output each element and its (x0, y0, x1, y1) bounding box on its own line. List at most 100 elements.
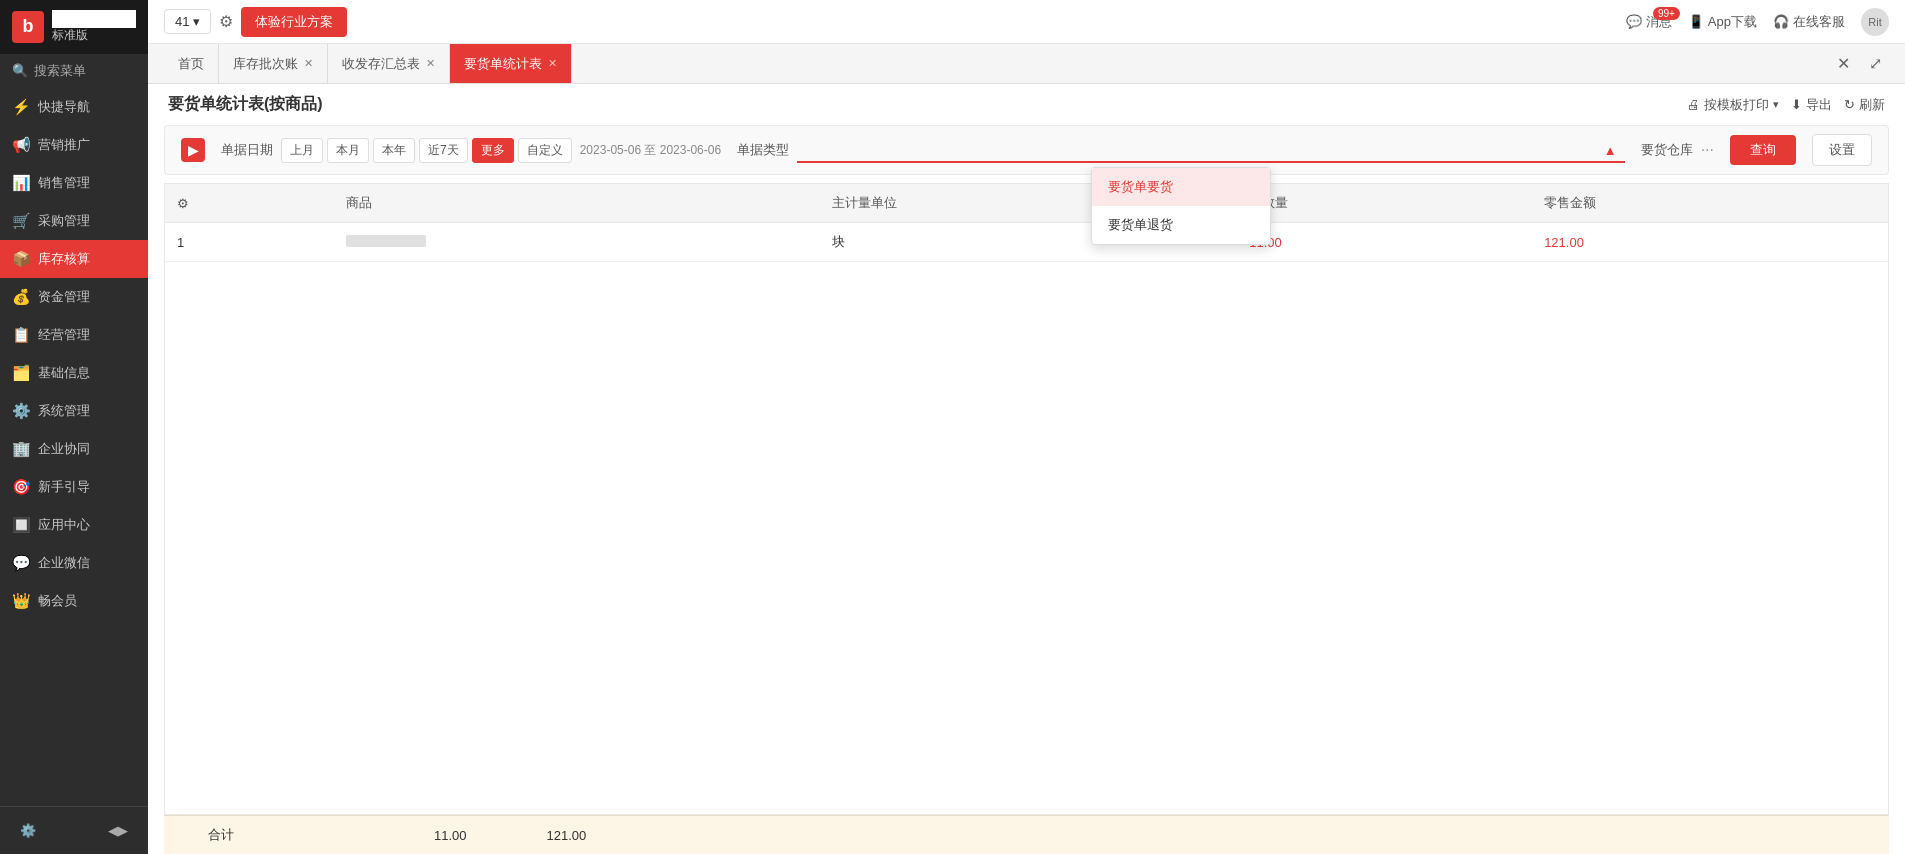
sidebar-item-system[interactable]: ⚙️ 系统管理 (0, 392, 148, 430)
quick-nav-icon: ⚡ (12, 98, 30, 116)
type-label: 单据类型 (737, 141, 789, 159)
sidebar-item-guide[interactable]: 🎯 新手引导 (0, 468, 148, 506)
operation-icon: 📋 (12, 326, 30, 344)
cell-quantity[interactable]: 11.00 (1237, 223, 1532, 262)
table-footer: 合计 11.00 121.00 (164, 815, 1889, 854)
sidebar-item-enterprise[interactable]: 🏢 企业协同 (0, 430, 148, 468)
sidebar-collapse-btn[interactable]: ◀▶ (104, 819, 132, 842)
filter-settings-button[interactable]: 设置 (1812, 134, 1872, 166)
filter-type-input-wrapper: ▲ (797, 138, 1625, 163)
sidebar-item-operation[interactable]: 📋 经营管理 (0, 316, 148, 354)
filter-date-range: 2023-05-06 至 2023-06-06 (580, 142, 721, 159)
sidebar-item-marketing[interactable]: 📢 营销推广 (0, 126, 148, 164)
col-header-settings[interactable]: ⚙ (165, 184, 334, 223)
date-btn-last-7days[interactable]: 近7天 (419, 138, 468, 163)
tab-inventory-batch[interactable]: 库存批次账 ✕ (219, 44, 328, 83)
system-icon: ⚙️ (12, 402, 30, 420)
date-btn-this-month[interactable]: 本月 (327, 138, 369, 163)
sidebar-item-purchase[interactable]: 🛒 采购管理 (0, 202, 148, 240)
table-header-row: ⚙ 商品 主计量单位 主数量 零售金额 (165, 184, 1888, 223)
app-download-item[interactable]: 📱 App下载 (1688, 13, 1757, 31)
settings-icon: ⚙️ (20, 823, 36, 838)
export-icon: ⬇ (1791, 97, 1802, 112)
marketing-icon: 📢 (12, 136, 30, 154)
footer-amount: 121.00 (547, 828, 587, 843)
sidebar-item-basic[interactable]: 🗂️ 基础信息 (0, 354, 148, 392)
sidebar-item-inventory[interactable]: 📦 库存核算 (0, 240, 148, 278)
filter-type-section: 单据类型 ▲ 要货单要货 要货单退货 (737, 138, 1625, 163)
filter-date-buttons: 上月 本月 本年 近7天 更多 自定义 (281, 138, 572, 163)
page-header-actions: 🖨 按模板打印 ▾ ⬇ 导出 ↻ 刷新 (1687, 96, 1885, 114)
refresh-action[interactable]: ↻ 刷新 (1844, 96, 1885, 114)
col-header-quantity: 主数量 (1237, 184, 1532, 223)
sidebar-item-quick-nav[interactable]: ⚡ 快捷导航 (0, 88, 148, 126)
date-btn-this-year[interactable]: 本年 (373, 138, 415, 163)
page-title: 要货单统计表(按商品) (168, 94, 323, 115)
tabbar-expand-btn[interactable]: ⤢ (1861, 50, 1889, 78)
finance-icon: 💰 (12, 288, 30, 306)
filter-warehouse-section: 要货仓库 ··· (1641, 141, 1714, 159)
date-btn-more[interactable]: 更多 (472, 138, 514, 163)
industry-plan-button[interactable]: 体验行业方案 (241, 7, 347, 37)
sidebar-item-apps[interactable]: 🔲 应用中心 (0, 506, 148, 544)
export-action[interactable]: ⬇ 导出 (1791, 96, 1832, 114)
date-btn-last-month[interactable]: 上月 (281, 138, 323, 163)
warehouse-more-icon[interactable]: ··· (1701, 141, 1714, 159)
inventory-icon: 📦 (12, 250, 30, 268)
dropdown-item-order-return[interactable]: 要货单退货 (1092, 206, 1270, 244)
filter-type-input[interactable] (797, 138, 1625, 163)
chevron-down-icon: ▾ (1773, 98, 1779, 111)
message-icon: 💬 (1626, 14, 1642, 29)
sidebar-item-finance[interactable]: 💰 资金管理 (0, 278, 148, 316)
collapse-icon: ◀▶ (108, 823, 128, 838)
apps-icon: 🔲 (12, 516, 30, 534)
member-icon: 👑 (12, 592, 30, 610)
cell-amount[interactable]: 121.00 (1532, 223, 1888, 262)
filter-expand-btn[interactable]: ▶ (181, 138, 205, 162)
filter-date-section: 单据日期 上月 本月 本年 近7天 更多 自定义 2023-05-06 至 20… (221, 138, 721, 163)
type-chevron-up-icon[interactable]: ▲ (1604, 143, 1617, 158)
warehouse-label: 要货仓库 (1641, 141, 1693, 159)
date-label: 单据日期 (221, 141, 273, 159)
tab-close-inventory-batch[interactable]: ✕ (304, 57, 313, 70)
messages-item[interactable]: 💬 消息 99+ (1626, 13, 1672, 31)
tab-order-stats[interactable]: 要货单统计表 ✕ (450, 44, 572, 83)
topbar-left: 41 ▾ ⚙ 体验行业方案 (164, 7, 1614, 37)
search-icon: 🔍 (12, 63, 28, 78)
tabbar-close-all-btn[interactable]: ✕ (1829, 50, 1857, 78)
user-avatar[interactable]: Rit (1861, 8, 1889, 36)
basic-icon: 🗂️ (12, 364, 30, 382)
topbar-right: 💬 消息 99+ 📱 App下载 🎧 在线客服 Rit (1626, 8, 1889, 36)
sidebar-item-member[interactable]: 👑 畅会员 (0, 582, 148, 620)
topbar-gear-icon[interactable]: ⚙ (219, 12, 233, 31)
print-template-action[interactable]: 🖨 按模板打印 ▾ (1687, 96, 1779, 114)
sidebar-settings-btn[interactable]: ⚙️ (16, 819, 40, 842)
dropdown-item-order-goods[interactable]: 要货单要货 (1092, 168, 1270, 206)
type-dropdown: 要货单要货 要货单退货 (1091, 167, 1271, 245)
tab-shipment-summary[interactable]: 收发存汇总表 ✕ (328, 44, 450, 83)
tab-close-order-stats[interactable]: ✕ (548, 57, 557, 70)
date-btn-custom[interactable]: 自定义 (518, 138, 572, 163)
data-table-container: ⚙ 商品 主计量单位 主数量 零售金额 1 块 (164, 183, 1889, 815)
query-button[interactable]: 查询 (1730, 135, 1796, 165)
messages-badge: 99+ (1653, 7, 1680, 20)
refresh-icon: ↻ (1844, 97, 1855, 112)
main-content: 41 ▾ ⚙ 体验行业方案 💬 消息 99+ 📱 App下载 🎧 在线客服 Ri… (148, 0, 1905, 854)
online-service-item[interactable]: 🎧 在线客服 (1773, 13, 1845, 31)
sidebar-search[interactable]: 🔍 搜索菜单 (0, 54, 148, 88)
footer-total-label: 合计 (208, 826, 434, 844)
tab-home[interactable]: 首页 (164, 44, 219, 83)
purchase-icon: 🛒 (12, 212, 30, 230)
topbar-company-selector[interactable]: 41 ▾ (164, 9, 211, 34)
sidebar-item-sales[interactable]: 📊 销售管理 (0, 164, 148, 202)
sidebar-item-wecom[interactable]: 💬 企业微信 (0, 544, 148, 582)
tab-close-shipment-summary[interactable]: ✕ (426, 57, 435, 70)
sidebar-logo: b 畅捷通好生意 标准版 (0, 0, 148, 54)
page-header: 要货单统计表(按商品) 🖨 按模板打印 ▾ ⬇ 导出 ↻ 刷新 (148, 84, 1905, 125)
wecom-icon: 💬 (12, 554, 30, 572)
page-content: 要货单统计表(按商品) 🖨 按模板打印 ▾ ⬇ 导出 ↻ 刷新 ▶ (148, 84, 1905, 854)
footer-quantity: 11.00 (434, 828, 467, 843)
enterprise-icon: 🏢 (12, 440, 30, 458)
tabbar-actions: ✕ ⤢ (1829, 50, 1889, 78)
tabbar: 首页 库存批次账 ✕ 收发存汇总表 ✕ 要货单统计表 ✕ ✕ ⤢ (148, 44, 1905, 84)
